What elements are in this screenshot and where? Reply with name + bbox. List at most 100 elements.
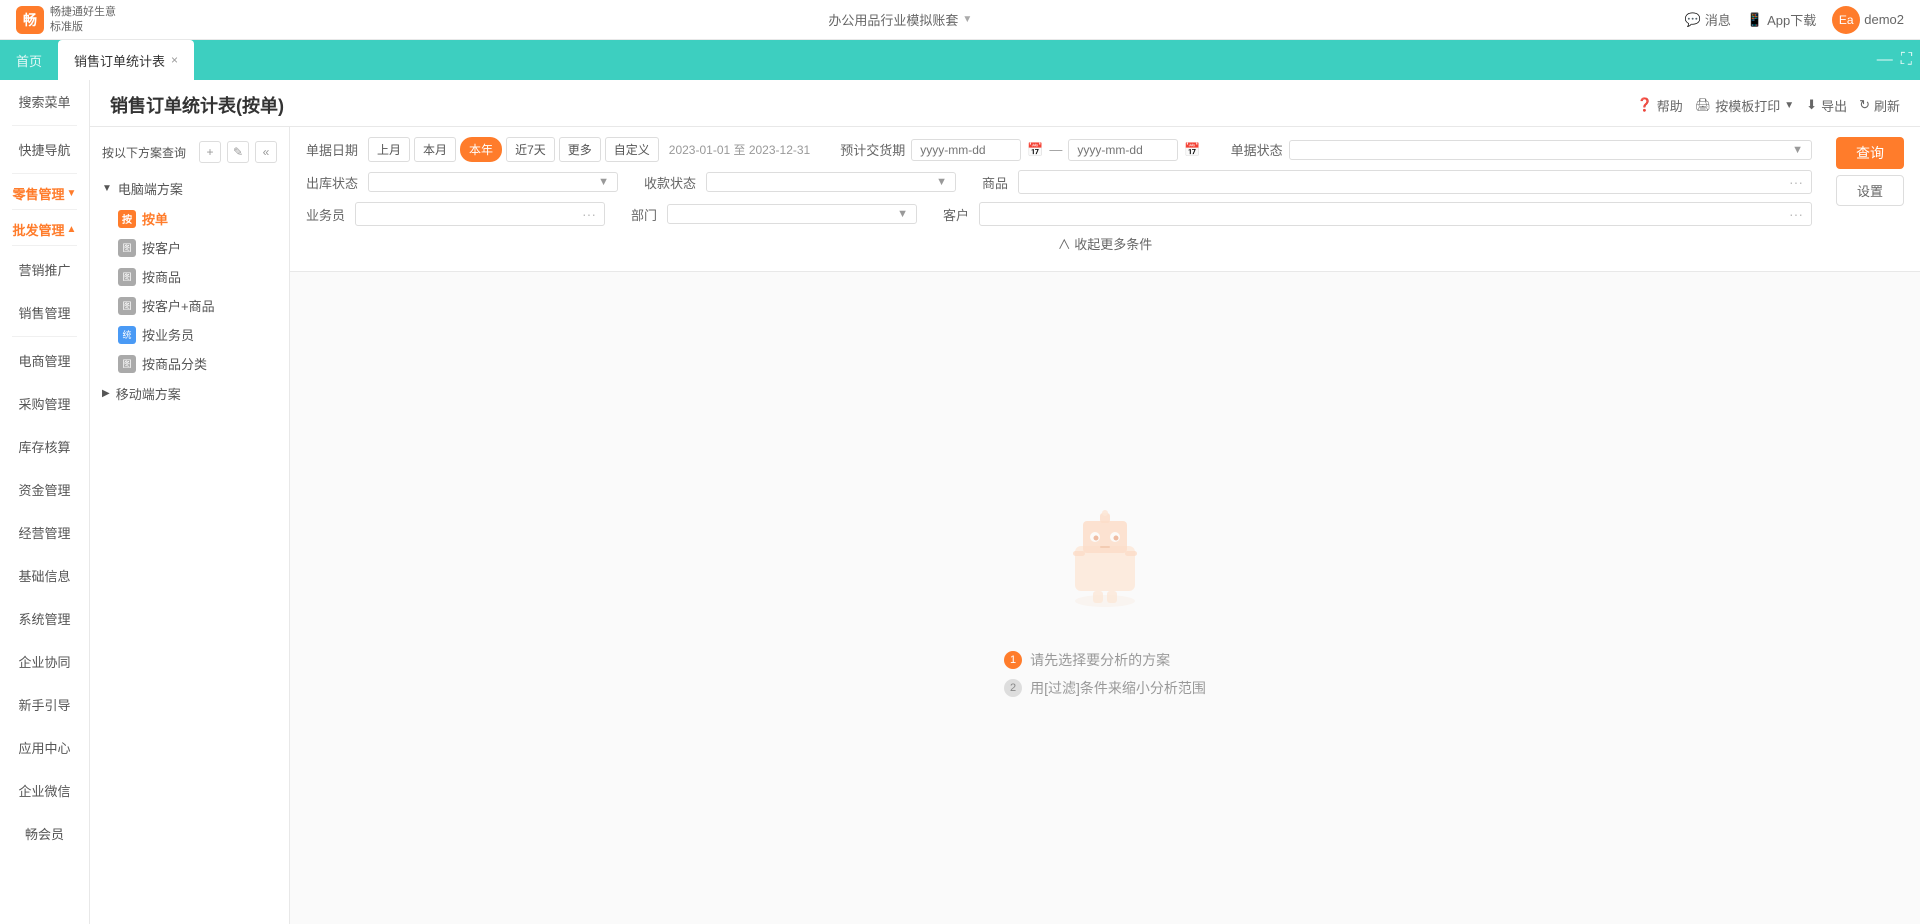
sidebar-item-ecommerce[interactable]: 电商管理 — [0, 339, 89, 382]
left-panel-title: 按以下方案查询 — [102, 144, 186, 161]
scheme-icon-goods: 图 — [118, 268, 136, 286]
tree-pc-schemes[interactable]: ▼ 电脑端方案 — [98, 173, 281, 204]
expected-date-to[interactable] — [1068, 139, 1178, 161]
filter-row-2: 出库状态 ▼ 收款状态 ▼ 商品 — [306, 170, 1812, 194]
date-this-year-btn[interactable]: 本年 — [460, 137, 502, 162]
add-scheme-button[interactable]: + — [199, 141, 221, 163]
date-last7-btn[interactable]: 近7天 — [506, 137, 555, 162]
goods-input[interactable]: ··· — [1018, 170, 1812, 194]
page-header: 销售订单统计表(按单) ❓ 帮助 🖨 按模板打印 ▼ ⬇ 导出 ↻ 刷新 — [90, 80, 1920, 127]
tip-2-num: 2 — [1004, 679, 1022, 697]
export-button[interactable]: ⬇ 导出 — [1806, 96, 1847, 115]
refresh-icon: ↻ — [1859, 97, 1870, 113]
tree-child-by-customer[interactable]: 图 按客户 — [114, 233, 281, 262]
right-content: 单据日期 上月 本月 本年 近7天 更多 自定义 2023-01-01 至 20… — [290, 127, 1920, 924]
tab-close-icon[interactable]: × — [171, 53, 178, 67]
tree-child-by-salesperson[interactable]: 统 按业务员 — [114, 320, 281, 349]
sidebar: 搜索菜单 快捷导航 零售管理 ▼ 批发管理 ▲ 营销推广 销售管理 电商管理 采… — [0, 80, 90, 924]
date-more-btn[interactable]: 更多 — [559, 137, 601, 162]
shipment-select[interactable]: ▼ — [368, 172, 618, 192]
sidebar-item-inventory[interactable]: 库存核算 — [0, 425, 89, 468]
sidebar-item-finance[interactable]: 资金管理 — [0, 468, 89, 511]
sidebar-item-retail[interactable]: 零售管理 ▼ — [0, 176, 89, 207]
tab-sales-order-stats[interactable]: 销售订单统计表 × — [58, 40, 194, 80]
tree-child-by-category[interactable]: 图 按商品分类 — [114, 349, 281, 378]
sidebar-item-enterprise-collab[interactable]: 企业协同 — [0, 640, 89, 683]
scheme-icon-category: 图 — [118, 355, 136, 373]
tree-child-by-customer-goods[interactable]: 图 按客户+商品 — [114, 291, 281, 320]
cal-to-icon[interactable]: 📅 — [1184, 142, 1200, 158]
date-btn-group: 上月 本月 本年 近7天 更多 自定义 — [368, 137, 659, 162]
goods-label: 商品 — [982, 173, 1008, 192]
action-buttons: 查询 设置 — [1836, 137, 1904, 206]
sidebar-item-marketing[interactable]: 营销推广 — [0, 248, 89, 291]
tree-child-by-order[interactable]: 按 按单 — [114, 204, 281, 233]
edit-scheme-button[interactable]: ✎ — [227, 141, 249, 163]
payment-label: 收款状态 — [644, 173, 696, 192]
cal-from-icon[interactable]: 📅 — [1027, 142, 1043, 158]
empty-svg — [1045, 491, 1165, 611]
scheme-label-cust-goods: 按客户+商品 — [142, 296, 215, 315]
sidebar-item-member[interactable]: 畅会员 — [0, 812, 89, 855]
sidebar-item-app-center[interactable]: 应用中心 — [0, 726, 89, 769]
wholesale-arrow-icon: ▲ — [67, 224, 77, 235]
nav-tabs-right: — ⛶ — [1877, 51, 1920, 69]
settings-button[interactable]: 设置 — [1836, 175, 1904, 206]
maximize-icon[interactable]: ⛶ — [1901, 51, 1912, 69]
user-menu[interactable]: Ea demo2 — [1832, 6, 1904, 34]
print-arrow-icon: ▼ — [1784, 100, 1794, 111]
help-button[interactable]: ❓ 帮助 — [1637, 96, 1683, 115]
app-title-area[interactable]: 办公用品行业模拟账套 ▼ — [828, 10, 972, 29]
date-last-month-btn[interactable]: 上月 — [368, 137, 410, 162]
collapse-row[interactable]: ∧ 收起更多条件 — [306, 226, 1904, 261]
filter-col-main: 单据日期 上月 本月 本年 近7天 更多 自定义 2023-01-01 至 20… — [306, 137, 1812, 226]
sidebar-item-sales[interactable]: 销售管理 — [0, 291, 89, 334]
refresh-button[interactable]: ↻ 刷新 — [1859, 96, 1900, 115]
tip-2-text: 用[过滤]条件来缩小分析范围 — [1030, 678, 1206, 698]
sidebar-item-purchase[interactable]: 采购管理 — [0, 382, 89, 425]
goods-more-icon[interactable]: ··· — [1789, 174, 1803, 190]
expected-date-from[interactable] — [911, 139, 1021, 161]
message-button[interactable]: 💬 消息 — [1685, 10, 1731, 29]
date-custom-btn[interactable]: 自定义 — [605, 137, 659, 162]
customer-input[interactable]: ··· — [979, 202, 1812, 226]
empty-tip-1: 1 请先选择要分析的方案 — [1004, 650, 1206, 670]
filter-date-line: 单据日期 上月 本月 本年 近7天 更多 自定义 2023-01-01 至 20… — [306, 137, 1812, 162]
scheme-label-order: 按单 — [142, 209, 168, 228]
sidebar-item-shortcuts[interactable]: 快捷导航 — [0, 128, 89, 171]
sidebar-item-system[interactable]: 系统管理 — [0, 597, 89, 640]
sidebar-item-wechat[interactable]: 企业微信 — [0, 769, 89, 812]
app-download-button[interactable]: 📱 App下载 — [1747, 10, 1816, 29]
status-select[interactable]: ▼ — [1289, 140, 1812, 160]
empty-illustration — [1045, 491, 1165, 630]
sidebar-item-search[interactable]: 搜索菜单 — [0, 80, 89, 123]
left-panel: 按以下方案查询 + ✎ « ▼ 电脑端方案 按 — [90, 127, 290, 924]
sidebar-item-guide[interactable]: 新手引导 — [0, 683, 89, 726]
salesperson-input[interactable]: ··· — [355, 202, 605, 226]
tab-home[interactable]: 首页 — [0, 40, 58, 80]
tree-child-by-goods[interactable]: 图 按商品 — [114, 262, 281, 291]
sidebar-item-basic-info[interactable]: 基础信息 — [0, 554, 89, 597]
collapse-panel-button[interactable]: « — [255, 141, 277, 163]
app-title-arrow: ▼ — [962, 14, 972, 25]
tree-mobile-schemes[interactable]: ▶ 移动端方案 — [98, 378, 281, 409]
collapse-label: ∧ 收起更多条件 — [1058, 237, 1153, 252]
main-layout: 搜索菜单 快捷导航 零售管理 ▼ 批发管理 ▲ 营销推广 销售管理 电商管理 采… — [0, 80, 1920, 924]
scheme-icon-cust-goods: 图 — [118, 297, 136, 315]
top-bar-right: 💬 消息 📱 App下载 Ea demo2 — [1685, 6, 1904, 34]
sidebar-item-wholesale[interactable]: 批发管理 ▲ — [0, 212, 89, 243]
dept-select[interactable]: ▼ — [667, 204, 917, 224]
status-label: 单据状态 — [1231, 140, 1283, 159]
payment-select[interactable]: ▼ — [706, 172, 956, 192]
template-print-button[interactable]: 🖨 按模板打印 ▼ — [1695, 96, 1794, 115]
customer-more-icon[interactable]: ··· — [1789, 206, 1803, 222]
salesperson-label: 业务员 — [306, 205, 345, 224]
minimize-icon[interactable]: — — [1877, 51, 1893, 69]
date-this-month-btn[interactable]: 本月 — [414, 137, 456, 162]
sidebar-item-operations[interactable]: 经营管理 — [0, 511, 89, 554]
query-button[interactable]: 查询 — [1836, 137, 1904, 169]
salesperson-more-icon[interactable]: ··· — [582, 206, 596, 222]
top-bar: 畅 畅捷通好生意 标准版 办公用品行业模拟账套 ▼ 💬 消息 📱 App下载 E… — [0, 0, 1920, 40]
message-icon: 💬 — [1685, 12, 1701, 28]
tree-pc-children: 按 按单 图 按客户 图 按商品 图 按客户+商 — [98, 204, 281, 378]
